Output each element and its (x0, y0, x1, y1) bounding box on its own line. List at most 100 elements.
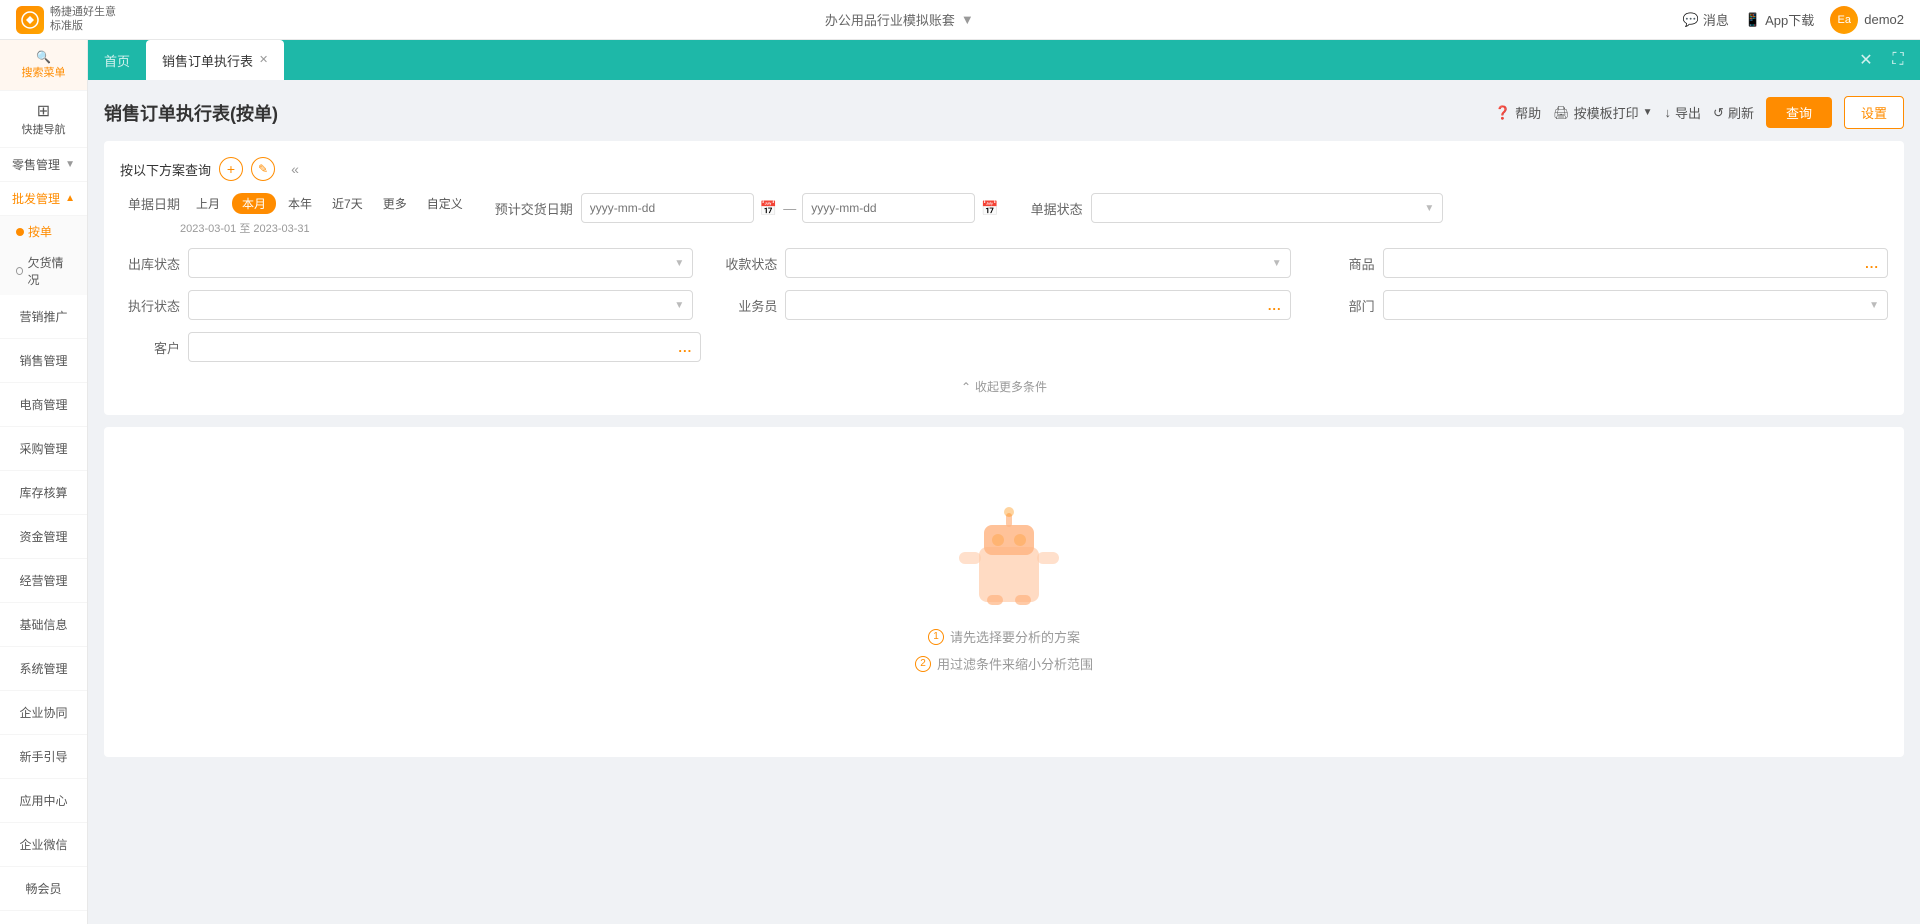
salesman-filter: 业务员 ... (717, 290, 1290, 320)
sidebar-item-member[interactable]: 畅会员 (0, 867, 87, 911)
user-menu[interactable]: Ea demo2 (1830, 6, 1904, 34)
sidebar-item-ops[interactable]: 经营管理 (0, 559, 87, 603)
delivery-status-label: 出库状态 (120, 254, 180, 273)
refresh-btn[interactable]: ↺ 刷新 (1713, 103, 1754, 122)
chevron-down-icon: ▼ (65, 159, 75, 170)
header-right: 💬 消息 📱 App下载 Ea demo2 (1683, 6, 1904, 34)
sidebar-item-ecom[interactable]: 电商管理 (0, 383, 87, 427)
status-chevron-icon: ▼ (1424, 203, 1434, 214)
calendar-end-icon[interactable]: 📅 (981, 200, 998, 217)
sidebar-sub-item-debt[interactable]: 欠货情况 (0, 247, 87, 295)
help-btn[interactable]: ❓ 帮助 (1495, 103, 1541, 122)
filter-row-4: 客户 ... (120, 332, 1888, 362)
edit-scheme-btn[interactable]: ✎ (251, 157, 275, 181)
date-tabs: 上月 本月 本年 近7天 更多 自定义 (188, 193, 471, 214)
sidebar-item-shortcut[interactable]: ⊞ 快捷导航 (0, 91, 87, 148)
collapse-scheme-btn[interactable]: « (283, 157, 307, 181)
sidebar-item-appstore[interactable]: 应用中心 (0, 779, 87, 823)
exec-chevron-icon: ▼ (674, 300, 684, 311)
add-scheme-btn[interactable]: + (219, 157, 243, 181)
fullscreen-btn[interactable]: ⛶ (1884, 46, 1912, 74)
export-btn[interactable]: ↓ 导出 (1665, 103, 1702, 122)
collection-status-filter: 收款状态 ▼ (717, 248, 1290, 278)
sidebar-item-corpwx[interactable]: 企业微信 (0, 823, 87, 867)
exec-status-select[interactable]: ▼ (188, 290, 693, 320)
main-layout: 🔍 搜索菜单 ⊞ 快捷导航 零售管理 ▼ 批发管理 ▲ 按单 (0, 40, 1920, 924)
collection-status-label: 收款状态 (717, 254, 777, 273)
exec-status-filter: 执行状态 ▼ (120, 290, 693, 320)
sidebar-item-system[interactable]: 系统管理 (0, 647, 87, 691)
tab-bar-actions: ✕ ⛶ (1852, 40, 1920, 80)
salesman-label: 业务员 (717, 296, 777, 315)
collection-chevron-icon: ▼ (1272, 258, 1282, 269)
date-label: 单据日期 (120, 194, 180, 213)
sidebar-item-marketing[interactable]: 营销推广 (0, 295, 87, 339)
sidebar-item-retail[interactable]: 零售管理 ▼ (0, 148, 87, 182)
tab-bar: 首页 销售订单执行表 ✕ ✕ ⛶ (88, 40, 1920, 80)
sidebar-section-retail: 零售管理 ▼ (0, 148, 87, 182)
tab-close-btn[interactable]: ✕ (259, 55, 268, 66)
sidebar-item-basic[interactable]: 基础信息 (0, 603, 87, 647)
close-tab-btn[interactable]: ✕ (1852, 46, 1880, 74)
settings-btn[interactable]: 设置 (1844, 96, 1904, 129)
sidebar-sub-item-order[interactable]: 按单 (0, 216, 87, 247)
app-download-btn[interactable]: 📱 App下载 (1745, 10, 1814, 29)
tab-sales-exec[interactable]: 销售订单执行表 ✕ (146, 40, 284, 80)
date-tab-current-month[interactable]: 本月 (232, 193, 276, 214)
dept-chevron-icon: ▼ (1869, 300, 1879, 311)
collapse-filter-btn[interactable]: ⌃ 收起更多条件 (120, 374, 1888, 399)
delivery-status-select[interactable]: ▼ (188, 248, 693, 278)
date-tab-custom[interactable]: 自定义 (419, 193, 471, 214)
goods-filter: 商品 ... (1315, 248, 1888, 278)
sidebar-item-wholesale[interactable]: 批发管理 ▲ (0, 182, 87, 216)
calendar-start-icon[interactable]: 📅 (760, 200, 777, 217)
template-print-btn[interactable]: 🖨 按模板打印 ▼ (1553, 103, 1652, 122)
dept-filter: 部门 ▼ (1315, 290, 1888, 320)
date-tab-last-month[interactable]: 上月 (188, 193, 228, 214)
expected-date-start[interactable] (581, 193, 754, 223)
date-tab-current-year[interactable]: 本年 (280, 193, 320, 214)
salesman-more-icon[interactable]: ... (1268, 298, 1282, 313)
empty-illustration (954, 507, 1054, 607)
content-area: 首页 销售订单执行表 ✕ ✕ ⛶ 销售订单执行表(按单) ❓ 帮助 (88, 40, 1920, 924)
date-tab-last7[interactable]: 近7天 (324, 193, 371, 214)
date-filter-row: 单据日期 上月 本月 本年 近7天 更多 自定义 2023-03-01 至 20… (120, 193, 1888, 236)
message-btn[interactable]: 💬 消息 (1683, 10, 1729, 29)
sidebar-item-search[interactable]: 🔍 搜索菜单 (0, 40, 87, 91)
customer-label: 客户 (120, 338, 180, 357)
header-center: 办公用品行业模拟账套 ▼ (825, 10, 974, 29)
sidebar-item-purchase[interactable]: 采购管理 (0, 427, 87, 471)
goods-input-wrap[interactable]: ... (1383, 248, 1888, 278)
expected-date-filter: 预计交货日期 📅 — 📅 (495, 193, 999, 223)
sidebar-item-newbie[interactable]: 新手引导 (0, 735, 87, 779)
goods-more-icon[interactable]: ... (1865, 256, 1879, 271)
sidebar-item-sales[interactable]: 销售管理 (0, 339, 87, 383)
filter-panel-header: 按以下方案查询 + ✎ « (120, 157, 1888, 181)
collection-status-select[interactable]: ▼ (785, 248, 1290, 278)
step1-num: 1 (928, 629, 944, 645)
date-separator: — (783, 201, 796, 216)
dropdown-icon[interactable]: ▼ (961, 12, 974, 27)
exec-status-label: 执行状态 (120, 296, 180, 315)
sidebar-item-corp[interactable]: 企业协同 (0, 691, 87, 735)
sidebar-item-finance[interactable]: 资金管理 (0, 515, 87, 559)
status-select[interactable]: ▼ (1091, 193, 1444, 223)
date-tab-more[interactable]: 更多 (375, 193, 415, 214)
query-btn[interactable]: 查询 (1766, 97, 1832, 128)
phone-icon: 📱 (1745, 12, 1761, 28)
print-chevron-icon: ▼ (1643, 107, 1653, 118)
dept-select[interactable]: ▼ (1383, 290, 1888, 320)
circle-icon (16, 267, 23, 275)
expected-date-end[interactable] (802, 193, 975, 223)
top-header: 畅捷通好生意 标准版 办公用品行业模拟账套 ▼ 💬 消息 📱 App下载 Ea … (0, 0, 1920, 40)
search-icon: 🔍 (36, 50, 51, 64)
page-title-row: 销售订单执行表(按单) ❓ 帮助 🖨 按模板打印 ▼ ↓ 导出 (104, 96, 1904, 129)
expected-date-range: 📅 — 📅 (581, 193, 999, 223)
message-icon: 💬 (1683, 12, 1699, 28)
shortcut-icon: ⊞ (37, 101, 50, 121)
customer-input-wrap[interactable]: ... (188, 332, 701, 362)
salesman-input-wrap[interactable]: ... (785, 290, 1290, 320)
tab-home[interactable]: 首页 (88, 40, 146, 80)
customer-more-icon[interactable]: ... (678, 340, 692, 355)
sidebar-item-inventory[interactable]: 库存核算 (0, 471, 87, 515)
